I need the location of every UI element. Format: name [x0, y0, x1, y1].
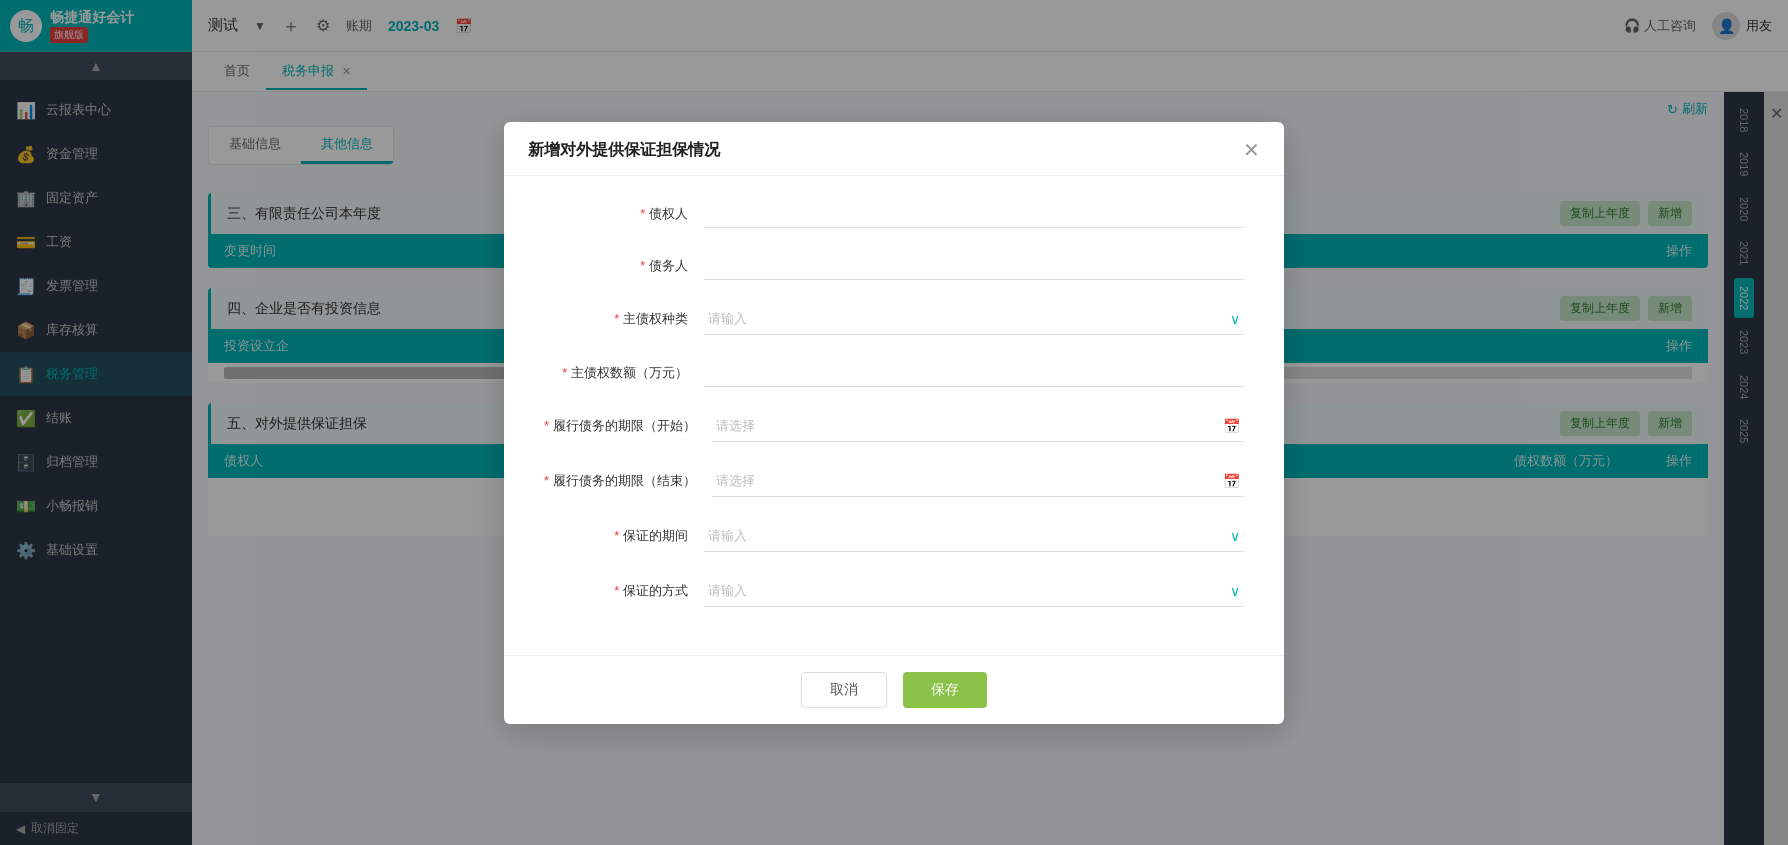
guarantee-period-placeholder: 请输入 — [708, 527, 1230, 545]
dialog-header: 新增对外提供保证担保情况 ✕ — [504, 122, 1284, 176]
form-row-zhaiquanren: * 债权人 — [544, 200, 1244, 228]
dialog-title: 新增对外提供保证担保情况 — [528, 140, 720, 161]
form-row-zhaiwuren: * 债务人 — [544, 252, 1244, 280]
zhaiwuren-label: * 债务人 — [544, 257, 704, 275]
form-row-guarantee-method: * 保证的方式 请输入 ∨ — [544, 576, 1244, 607]
required-mark: * — [640, 258, 645, 273]
calendar-end-icon: 📅 — [1223, 473, 1240, 489]
dialog-overlay: 新增对外提供保证担保情况 ✕ * 债权人 * 债务人 — [0, 0, 1788, 845]
period-end-picker[interactable]: 请选择 📅 — [712, 466, 1244, 497]
period-end-label: * 履行债务的期限（结束） — [544, 472, 712, 490]
zhaiquanren-label: * 债权人 — [544, 205, 704, 223]
period-start-picker[interactable]: 请选择 📅 — [712, 411, 1244, 442]
zhaiwuren-input[interactable] — [704, 252, 1244, 280]
form-row-zhuzhaiquan-amount: * 主债权数额（万元） — [544, 359, 1244, 387]
form-row-period-start: * 履行债务的期限（开始） 请选择 📅 — [544, 411, 1244, 442]
period-start-label: * 履行债务的期限（开始） — [544, 417, 712, 435]
required-mark: * — [544, 418, 549, 433]
required-mark: * — [640, 206, 645, 221]
form-row-guarantee-period: * 保证的期间 请输入 ∨ — [544, 521, 1244, 552]
period-start-placeholder: 请选择 — [716, 417, 1223, 435]
dialog-body: * 债权人 * 债务人 * 主债权种类 请输入 — [504, 176, 1284, 655]
guarantee-method-label: * 保证的方式 — [544, 582, 704, 600]
guarantee-method-placeholder: 请输入 — [708, 582, 1230, 600]
guarantee-method-select[interactable]: 请输入 ∨ — [704, 576, 1244, 607]
dialog: 新增对外提供保证担保情况 ✕ * 债权人 * 债务人 — [504, 122, 1284, 724]
guarantee-period-label: * 保证的期间 — [544, 527, 704, 545]
calendar-start-icon: 📅 — [1223, 418, 1240, 434]
chevron-down-icon3: ∨ — [1230, 583, 1240, 599]
dialog-footer: 取消 保存 — [504, 655, 1284, 724]
form-row-period-end: * 履行债务的期限（结束） 请选择 📅 — [544, 466, 1244, 497]
zhuzhaiquan-amount-input[interactable] — [704, 359, 1244, 387]
required-mark: * — [614, 528, 619, 543]
chevron-down-icon: ∨ — [1230, 311, 1240, 327]
dialog-close-button[interactable]: ✕ — [1243, 140, 1260, 160]
period-end-placeholder: 请选择 — [716, 472, 1223, 490]
required-mark: * — [562, 365, 567, 380]
zhuzhaiquan-type-placeholder: 请输入 — [708, 310, 1230, 328]
zhuzhaiquan-type-select[interactable]: 请输入 ∨ — [704, 304, 1244, 335]
guarantee-period-select[interactable]: 请输入 ∨ — [704, 521, 1244, 552]
zhaiquanren-input[interactable] — [704, 200, 1244, 228]
required-mark: * — [544, 473, 549, 488]
zhuzhaiquan-amount-label: * 主债权数额（万元） — [544, 364, 704, 382]
form-row-zhuzhaiquan-type: * 主债权种类 请输入 ∨ — [544, 304, 1244, 335]
zhuzhaiquan-type-label: * 主债权种类 — [544, 310, 704, 328]
required-mark: * — [614, 583, 619, 598]
cancel-button[interactable]: 取消 — [801, 672, 887, 708]
required-mark: * — [614, 311, 619, 326]
chevron-down-icon2: ∨ — [1230, 528, 1240, 544]
save-button[interactable]: 保存 — [903, 672, 987, 708]
